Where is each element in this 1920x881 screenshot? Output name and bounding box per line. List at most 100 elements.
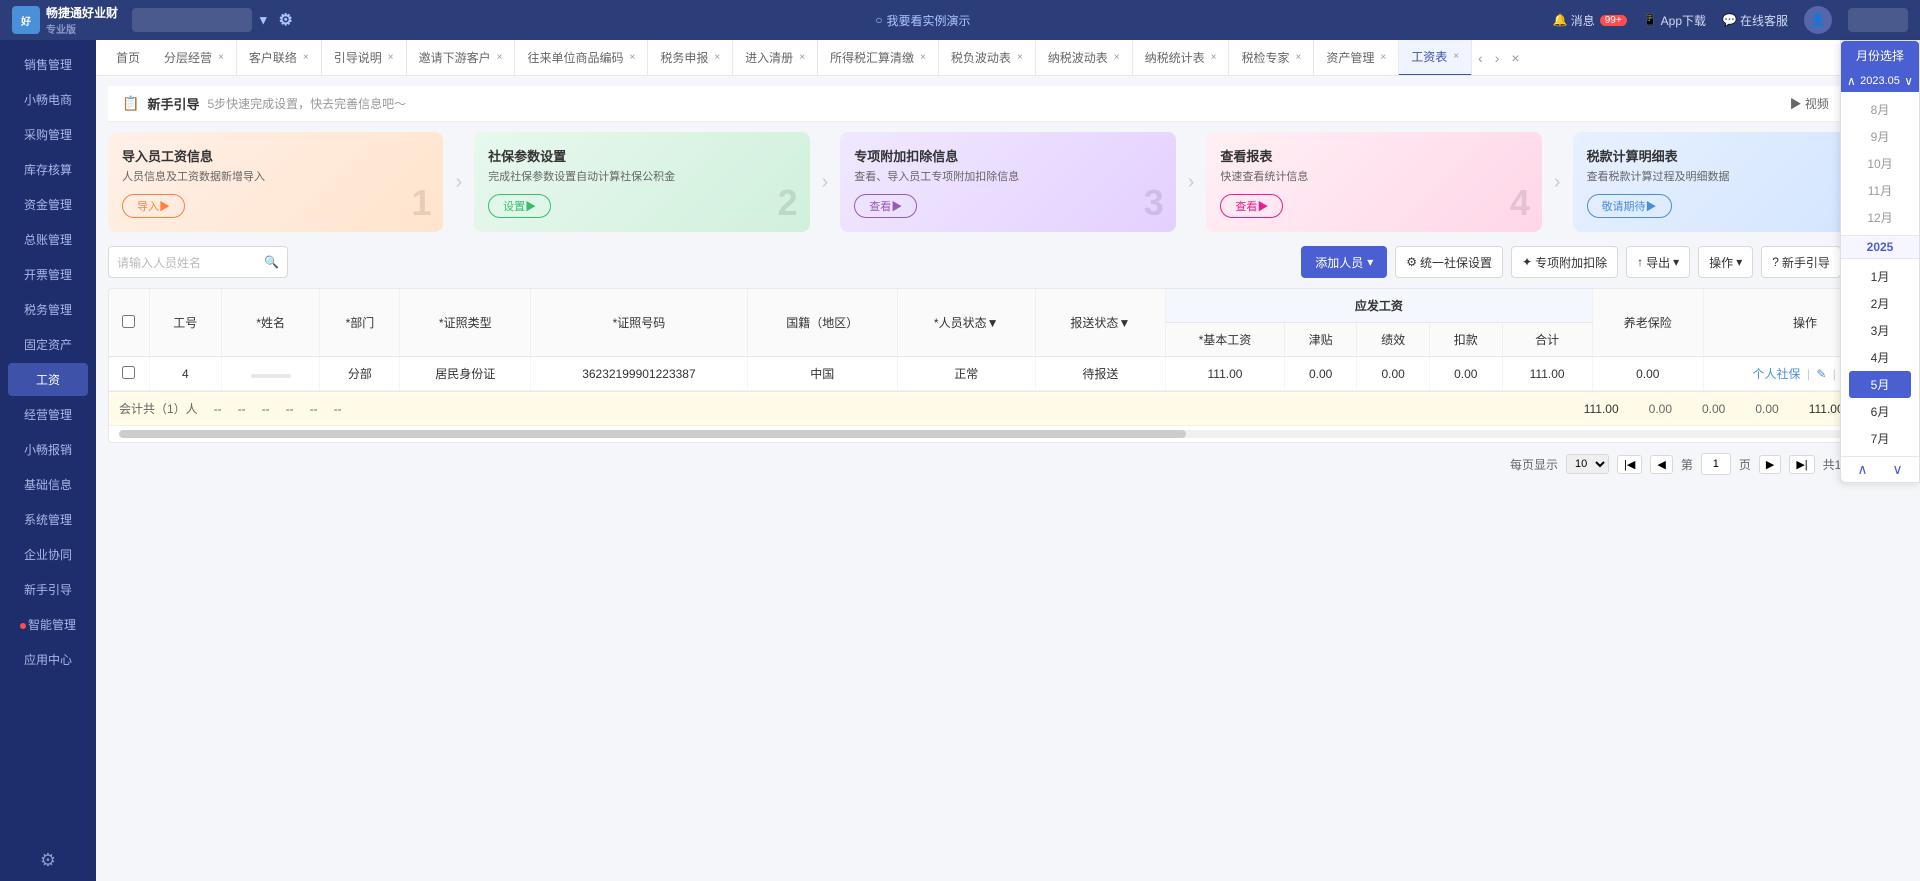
tab-close-layered[interactable]: ×	[218, 52, 224, 63]
tab-salary-table[interactable]: 工资表 ×	[1399, 40, 1472, 76]
tab-close-guide[interactable]: ×	[388, 52, 394, 63]
app-download-btn[interactable]: 📱 App下载	[1643, 12, 1706, 29]
demo-area[interactable]: ○ 我要看实例演示	[875, 12, 970, 29]
tab-asset-mgmt[interactable]: 资产管理 ×	[1314, 40, 1399, 76]
demo-label[interactable]: 我要看实例演示	[886, 12, 970, 29]
tab-prev-btn[interactable]: ‹	[1472, 40, 1489, 76]
step-btn-5[interactable]: 敬请期待▶	[1587, 194, 1672, 218]
tab-close-all-btn[interactable]: ×	[1505, 40, 1525, 76]
month-item-10[interactable]: 10月	[1841, 150, 1919, 177]
tab-close-tax-expert[interactable]: ×	[1295, 52, 1301, 63]
step-btn-3[interactable]: 查看▶	[854, 194, 917, 218]
month-item-11[interactable]: 11月	[1841, 177, 1919, 204]
sidebar-item-management[interactable]: 经营管理	[8, 398, 88, 431]
sidebar-settings-btn[interactable]: ⚙	[0, 840, 96, 881]
report-filter-icon[interactable]: ▼	[1118, 316, 1130, 330]
add-person-btn[interactable]: 添加人员 ▾	[1301, 246, 1387, 278]
tab-close-salary[interactable]: ×	[1453, 51, 1459, 62]
month-item-9[interactable]: 9月	[1841, 123, 1919, 150]
company-selector[interactable]	[132, 8, 252, 32]
tab-close-tax-burden[interactable]: ×	[1017, 52, 1023, 63]
sidebar-item-assets[interactable]: 固定资产	[8, 328, 88, 361]
sidebar-item-system[interactable]: 系统管理	[8, 503, 88, 536]
sidebar-item-purchase[interactable]: 采购管理	[8, 118, 88, 151]
select-all-checkbox[interactable]	[122, 315, 135, 328]
op-edit[interactable]: ✎	[1816, 367, 1826, 381]
user-info[interactable]	[1848, 8, 1908, 32]
sidebar-item-invoice[interactable]: 开票管理	[8, 258, 88, 291]
row-checkbox[interactable]	[122, 366, 135, 379]
messages-btn[interactable]: 🔔 消息 99+	[1553, 12, 1627, 29]
hscroll-track[interactable]	[119, 430, 1897, 438]
tab-close-tax[interactable]: ×	[714, 52, 720, 63]
step-btn-4[interactable]: 查看▶	[1220, 194, 1283, 218]
sidebar-item-basic[interactable]: 基础信息	[8, 468, 88, 501]
company-dropdown-icon[interactable]: ▾	[260, 12, 267, 28]
tab-product-code[interactable]: 往来单位商品编码 ×	[515, 40, 648, 76]
month-scroll-down-btn[interactable]: ∨	[1892, 461, 1902, 478]
sidebar-item-ecommerce[interactable]: 小畅电商	[8, 83, 88, 116]
tab-close-tax-stat[interactable]: ×	[1211, 52, 1217, 63]
newbie-guide-btn[interactable]: ? 新手引导	[1761, 246, 1841, 278]
tab-close-asset[interactable]: ×	[1380, 52, 1386, 63]
tab-income-tax[interactable]: 所得税汇算清缴 ×	[818, 40, 939, 76]
tab-clearance[interactable]: 进入清册 ×	[733, 40, 818, 76]
month-item-3[interactable]: 3月	[1841, 317, 1919, 344]
tab-tax-wave[interactable]: 纳税波动表 ×	[1036, 40, 1133, 76]
sidebar-item-apps[interactable]: 应用中心	[8, 643, 88, 676]
export-btn[interactable]: ↑ 导出 ▾	[1626, 246, 1690, 278]
tab-close-product-code[interactable]: ×	[629, 52, 635, 63]
avatar[interactable]: 👤	[1804, 6, 1832, 34]
tab-close-income-tax[interactable]: ×	[920, 52, 926, 63]
tab-invite[interactable]: 邀请下游客户 ×	[407, 40, 516, 76]
settings-icon[interactable]: ⚙	[279, 10, 293, 30]
sidebar-item-expense[interactable]: 小畅报销	[8, 433, 88, 466]
tab-close-contact[interactable]: ×	[303, 52, 309, 63]
special-deduction-btn[interactable]: ✦ 专项附加扣除	[1511, 246, 1618, 278]
search-box[interactable]: 请输入人员姓名 🔍	[108, 246, 288, 278]
month-item-2[interactable]: 2月	[1841, 290, 1919, 317]
month-next-year-btn[interactable]: ∨	[1904, 74, 1913, 88]
page-last-btn[interactable]: ▶|	[1789, 455, 1814, 474]
operation-btn[interactable]: 操作 ▾	[1698, 246, 1753, 278]
tab-tax-expert[interactable]: 税检专家 ×	[1229, 40, 1314, 76]
tab-guide-intro[interactable]: 引导说明 ×	[322, 40, 407, 76]
sidebar-item-ledger[interactable]: 总账管理	[8, 223, 88, 256]
sidebar-item-inventory[interactable]: 库存核算	[8, 153, 88, 186]
page-next-btn[interactable]: ▶	[1759, 455, 1781, 474]
page-first-btn[interactable]: |◀	[1617, 455, 1642, 474]
month-item-1[interactable]: 1月	[1841, 263, 1919, 290]
search-icon[interactable]: 🔍	[264, 255, 279, 269]
status-filter-icon[interactable]: ▼	[987, 316, 999, 330]
month-prev-year-btn[interactable]: ∧	[1847, 74, 1856, 88]
step-btn-2[interactable]: 设置▶	[488, 194, 551, 218]
month-item-8[interactable]: 8月	[1841, 96, 1919, 123]
per-page-select[interactable]: 10 20 50	[1566, 454, 1609, 474]
tab-tax-filing[interactable]: 税务申报 ×	[648, 40, 733, 76]
sidebar-item-guide[interactable]: 新手引导	[8, 573, 88, 606]
op-social[interactable]: 个人社保	[1752, 367, 1800, 381]
month-item-4[interactable]: 4月	[1841, 344, 1919, 371]
online-service-btn[interactable]: 💬 在线客服	[1722, 12, 1788, 29]
page-prev-btn[interactable]: ◀	[1650, 455, 1672, 474]
tab-contact[interactable]: 客户联络 ×	[237, 40, 322, 76]
tab-home[interactable]: 首页	[104, 40, 152, 76]
tab-layered[interactable]: 分层经营 ×	[152, 40, 237, 76]
tab-close-clearance[interactable]: ×	[799, 52, 805, 63]
tab-tax-stat[interactable]: 纳税统计表 ×	[1133, 40, 1230, 76]
sidebar-item-tax[interactable]: 税务管理	[8, 293, 88, 326]
step-btn-1[interactable]: 导入▶	[122, 194, 185, 218]
page-input[interactable]	[1701, 453, 1731, 475]
guide-video-link[interactable]: ▶ 视频	[1790, 95, 1829, 112]
month-item-12[interactable]: 12月	[1841, 204, 1919, 231]
social-security-btn[interactable]: ⚙ 统一社保设置	[1395, 246, 1503, 278]
month-item-5[interactable]: 5月	[1849, 371, 1911, 398]
tab-close-tax-wave[interactable]: ×	[1114, 52, 1120, 63]
tab-next-btn[interactable]: ›	[1489, 40, 1506, 76]
month-item-6[interactable]: 6月	[1841, 398, 1919, 425]
sidebar-item-collab[interactable]: 企业协同	[8, 538, 88, 571]
tab-close-invite[interactable]: ×	[497, 52, 503, 63]
month-item-7[interactable]: 7月	[1841, 425, 1919, 452]
tab-tax-burden[interactable]: 税负波动表 ×	[939, 40, 1036, 76]
sidebar-item-finance[interactable]: 资金管理	[8, 188, 88, 221]
